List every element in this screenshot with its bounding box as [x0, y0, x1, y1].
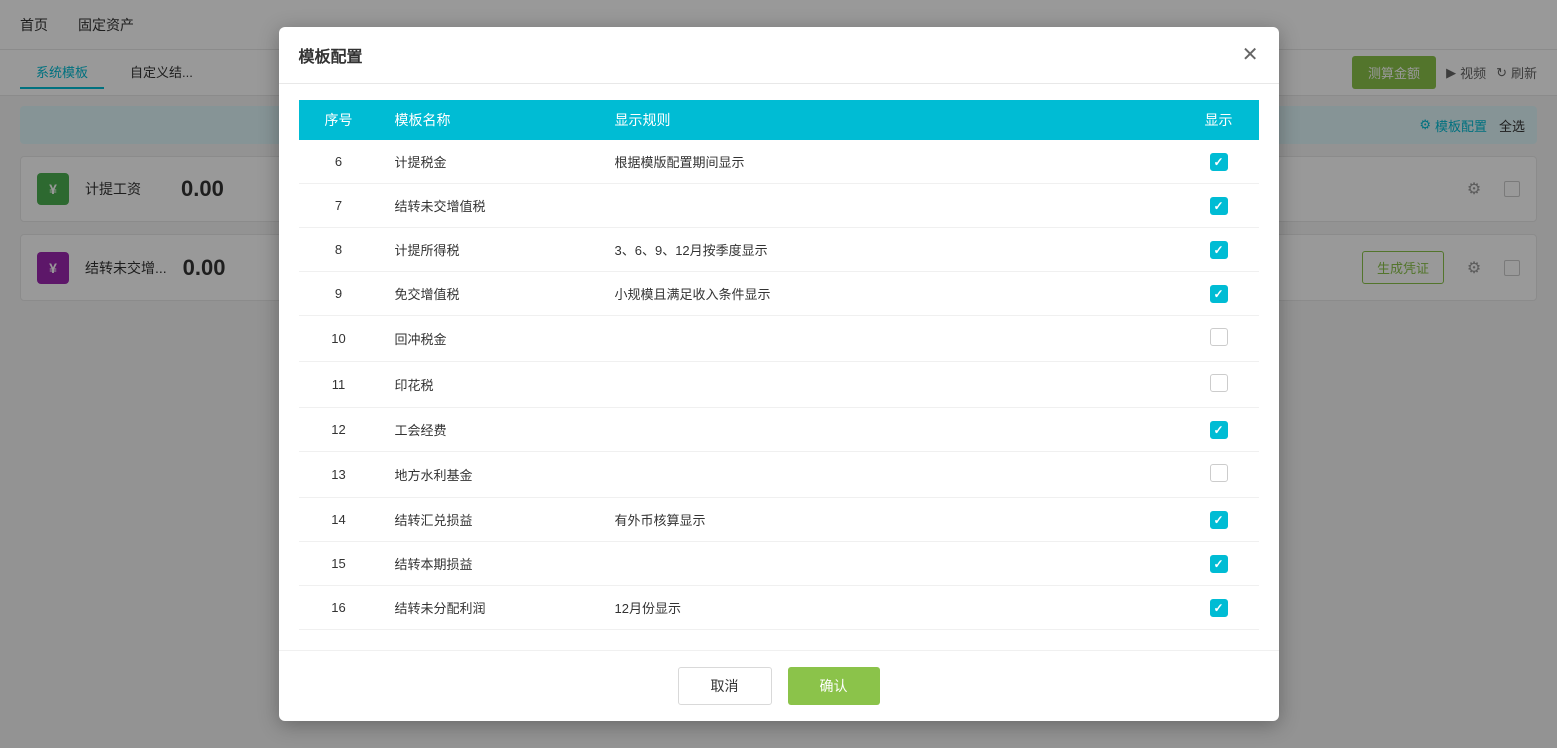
cell-id: 13 [299, 452, 379, 498]
cell-name: 结转未分配利润 [379, 586, 599, 630]
row-checkbox[interactable] [1210, 599, 1228, 617]
table-row: 10回冲税金 [299, 316, 1259, 362]
col-header-id: 序号 [299, 100, 379, 140]
row-checkbox[interactable] [1210, 197, 1228, 215]
cell-name: 结转汇兑损益 [379, 498, 599, 542]
cell-rule: 根据模版配置期间显示 [599, 140, 1179, 184]
cell-id: 15 [299, 542, 379, 586]
cell-checkbox[interactable] [1179, 316, 1259, 362]
cancel-button[interactable]: 取消 [678, 667, 772, 705]
table-row: 7结转未交增值税 [299, 184, 1259, 228]
cell-checkbox[interactable] [1179, 228, 1259, 272]
modal-footer: 取消 确认 [279, 650, 1279, 721]
modal-body: 序号 模板名称 显示规则 显示 6计提税金根据模版配置期间显示7结转未交增值税8… [279, 84, 1279, 650]
cell-checkbox[interactable] [1179, 586, 1259, 630]
cell-name: 回冲税金 [379, 316, 599, 362]
cell-rule [599, 452, 1179, 498]
cell-checkbox[interactable] [1179, 272, 1259, 316]
table-row: 15结转本期损益 [299, 542, 1259, 586]
confirm-button[interactable]: 确认 [788, 667, 880, 705]
cell-rule [599, 542, 1179, 586]
row-checkbox[interactable] [1210, 374, 1228, 392]
cell-rule [599, 408, 1179, 452]
cell-name: 免交增值税 [379, 272, 599, 316]
table-row: 14结转汇兑损益有外币核算显示 [299, 498, 1259, 542]
cell-checkbox[interactable] [1179, 408, 1259, 452]
cell-rule: 小规模且满足收入条件显示 [599, 272, 1179, 316]
col-header-display: 显示 [1179, 100, 1259, 140]
cell-name: 结转本期损益 [379, 542, 599, 586]
cell-name: 结转未交增值税 [379, 184, 599, 228]
cell-checkbox[interactable] [1179, 362, 1259, 408]
cell-name: 工会经费 [379, 408, 599, 452]
cell-checkbox[interactable] [1179, 184, 1259, 228]
modal-title: 模板配置 [299, 43, 363, 67]
cell-id: 7 [299, 184, 379, 228]
cell-name: 地方水利基金 [379, 452, 599, 498]
modal-template-config: 模板配置 ✕ 序号 模板名称 显示规则 显示 6计提税金根据模版配置期间显示7结… [279, 27, 1279, 721]
table-row: 8计提所得税3、6、9、12月按季度显示 [299, 228, 1259, 272]
row-checkbox[interactable] [1210, 153, 1228, 171]
cell-id: 6 [299, 140, 379, 184]
cell-id: 12 [299, 408, 379, 452]
cell-checkbox[interactable] [1179, 498, 1259, 542]
cell-id: 11 [299, 362, 379, 408]
cell-id: 16 [299, 586, 379, 630]
cell-rule: 12月份显示 [599, 586, 1179, 630]
cell-rule: 有外币核算显示 [599, 498, 1179, 542]
cell-rule: 3、6、9、12月按季度显示 [599, 228, 1179, 272]
row-checkbox[interactable] [1210, 285, 1228, 303]
col-header-rule: 显示规则 [599, 100, 1179, 140]
col-header-name: 模板名称 [379, 100, 599, 140]
row-checkbox[interactable] [1210, 328, 1228, 346]
cell-checkbox[interactable] [1179, 542, 1259, 586]
table-row: 11印花税 [299, 362, 1259, 408]
row-checkbox[interactable] [1210, 421, 1228, 439]
config-table: 序号 模板名称 显示规则 显示 6计提税金根据模版配置期间显示7结转未交增值税8… [299, 100, 1259, 630]
cell-rule [599, 316, 1179, 362]
row-checkbox[interactable] [1210, 511, 1228, 529]
table-row: 13地方水利基金 [299, 452, 1259, 498]
cell-id: 14 [299, 498, 379, 542]
cell-id: 10 [299, 316, 379, 362]
table-row: 12工会经费 [299, 408, 1259, 452]
cell-id: 8 [299, 228, 379, 272]
cell-name: 印花税 [379, 362, 599, 408]
cell-checkbox[interactable] [1179, 452, 1259, 498]
cell-name: 计提所得税 [379, 228, 599, 272]
table-row: 9免交增值税小规模且满足收入条件显示 [299, 272, 1259, 316]
row-checkbox[interactable] [1210, 464, 1228, 482]
row-checkbox[interactable] [1210, 241, 1228, 259]
cell-id: 9 [299, 272, 379, 316]
cell-checkbox[interactable] [1179, 140, 1259, 184]
table-row: 6计提税金根据模版配置期间显示 [299, 140, 1259, 184]
modal-header: 模板配置 ✕ [279, 27, 1279, 84]
cell-name: 计提税金 [379, 140, 599, 184]
modal-close-button[interactable]: ✕ [1242, 45, 1259, 65]
modal-overlay: 模板配置 ✕ 序号 模板名称 显示规则 显示 6计提税金根据模版配置期间显示7结… [0, 0, 1557, 748]
row-checkbox[interactable] [1210, 555, 1228, 573]
table-row: 16结转未分配利润12月份显示 [299, 586, 1259, 630]
cell-rule [599, 362, 1179, 408]
cell-rule [599, 184, 1179, 228]
